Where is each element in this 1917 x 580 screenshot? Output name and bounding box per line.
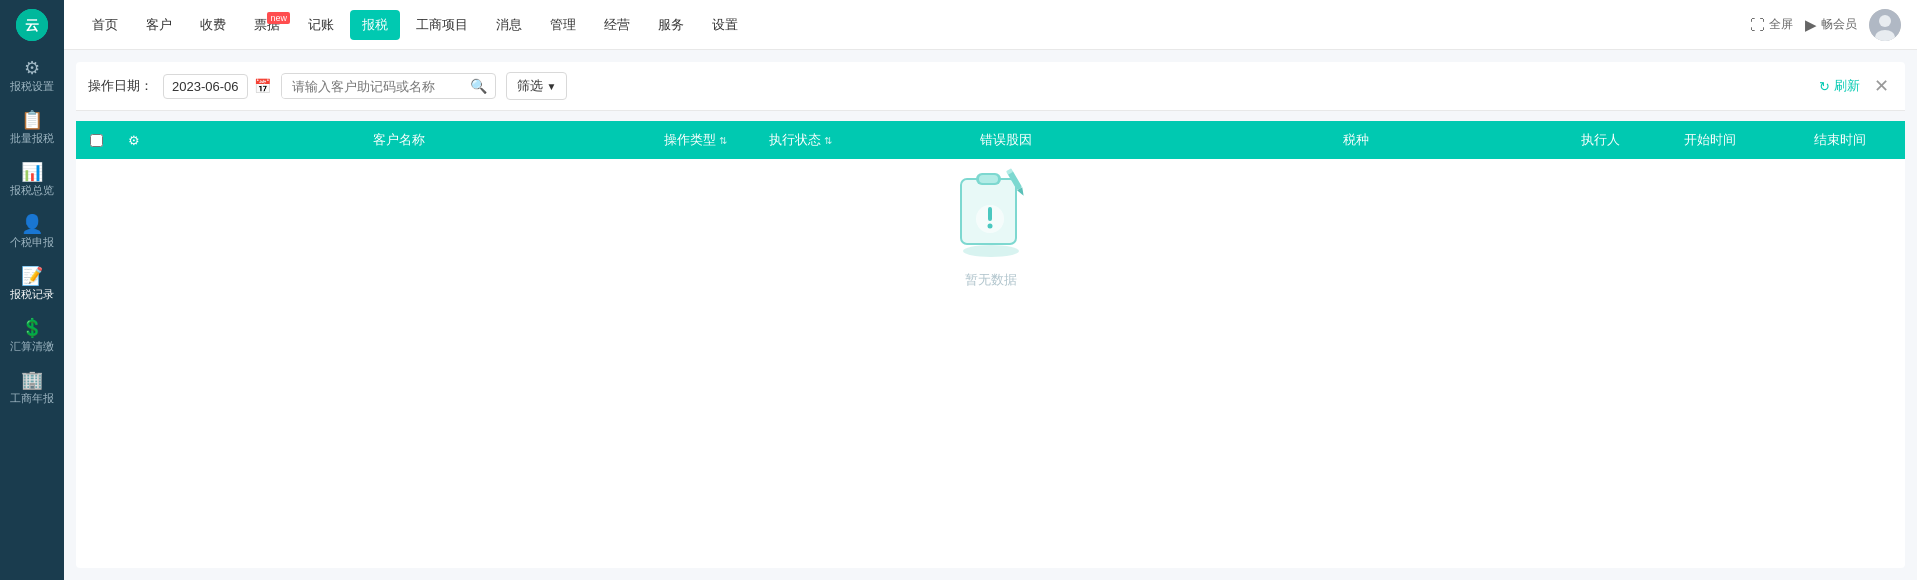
th-tax-type: 税种: [1157, 121, 1555, 159]
close-button[interactable]: ✕: [1870, 77, 1893, 95]
sidebar-label-huisuan-jiaona: 汇算清缴: [10, 340, 54, 353]
content-area: 操作日期： 2023-06-06 📅 🔍 筛选 ▼ ↻ 刷新 ✕: [64, 50, 1917, 580]
th-executor: 执行人: [1555, 121, 1645, 159]
empty-icon: [946, 159, 1036, 259]
fullscreen-btn[interactable]: ⛶ 全屏: [1750, 16, 1793, 33]
user-avatar[interactable]: [1869, 9, 1901, 41]
th-error-reason-label: 错误股因: [980, 131, 1032, 149]
sidebar-icon-huisuan-jiaona: 💲: [21, 319, 43, 337]
top-nav: 首页客户收费票据new记账报税工商项目消息管理经营服务设置 ⛶ 全屏 ▶ 畅会员: [64, 0, 1917, 50]
th-exec-status: 执行状态 ⇅: [745, 121, 855, 159]
empty-state: 暂无数据: [76, 159, 1905, 289]
sidebar-label-baoshui-jilu: 报税记录: [10, 288, 54, 301]
calendar-icon[interactable]: 📅: [254, 78, 271, 94]
nav-item-gongshangxiangmu[interactable]: 工商项目: [404, 10, 480, 40]
th-exec-status-label: 执行状态: [769, 131, 821, 149]
th-checkbox[interactable]: [76, 121, 116, 159]
app-logo[interactable]: 云: [0, 0, 64, 50]
settings-icon: ⚙: [128, 133, 140, 148]
filter-label: 筛选: [517, 77, 543, 95]
member-label: 畅会员: [1821, 16, 1857, 33]
sidebar-icon-baoshui-zonlan: 📊: [21, 163, 43, 181]
select-all-checkbox[interactable]: [90, 134, 103, 147]
member-btn[interactable]: ▶ 畅会员: [1805, 16, 1857, 34]
date-input-wrap: 2023-06-06 📅: [163, 74, 271, 99]
logo-icon: 云: [16, 9, 48, 41]
th-op-type: 操作类型 ⇅: [645, 121, 745, 159]
nav-item-piaoju[interactable]: 票据new: [242, 10, 292, 40]
th-op-type-label: 操作类型: [664, 131, 716, 149]
chevron-down-icon: ▼: [547, 81, 557, 92]
search-wrap: 🔍: [281, 73, 496, 99]
sidebar-item-huisuan-jiaona[interactable]: 💲 汇算清缴: [0, 310, 64, 362]
sidebar-icon-baoshui-jilu: 📝: [21, 267, 43, 285]
refresh-icon: ↻: [1819, 79, 1830, 94]
refresh-button[interactable]: ↻ 刷新: [1819, 77, 1860, 95]
main-area: 首页客户收费票据new记账报税工商项目消息管理经营服务设置 ⛶ 全屏 ▶ 畅会员: [64, 0, 1917, 580]
svg-text:云: 云: [25, 17, 39, 33]
nav-items: 首页客户收费票据new记账报税工商项目消息管理经营服务设置: [80, 10, 1750, 40]
th-end-time-label: 结束时间: [1814, 131, 1866, 149]
search-input[interactable]: [282, 75, 462, 98]
nav-right: ⛶ 全屏 ▶ 畅会员: [1750, 9, 1901, 41]
sidebar-icon-baoshui-shezhi: ⚙: [24, 59, 40, 77]
th-end-time: 结束时间: [1775, 121, 1905, 159]
search-button[interactable]: 🔍: [462, 74, 495, 98]
svg-point-11: [987, 224, 992, 229]
member-icon: ▶: [1805, 16, 1817, 34]
sidebar-item-gongshang-nianbao[interactable]: 🏢 工商年报: [0, 362, 64, 414]
th-client-label: 客户名称: [373, 131, 425, 149]
nav-item-jingying[interactable]: 经营: [592, 10, 642, 40]
sidebar-icon-geshuishenbao: 👤: [21, 215, 43, 233]
sort-icon-op-type[interactable]: ⇅: [719, 135, 727, 146]
refresh-label: 刷新: [1834, 77, 1860, 95]
nav-item-shezhi[interactable]: 设置: [700, 10, 750, 40]
nav-badge-piaoju: new: [267, 12, 290, 25]
th-tax-type-label: 税种: [1343, 131, 1369, 149]
th-error-reason: 错误股因: [855, 121, 1157, 159]
fullscreen-label: 全屏: [1769, 16, 1793, 33]
sidebar-label-gongshang-nianbao: 工商年报: [10, 392, 54, 405]
date-value[interactable]: 2023-06-06: [163, 74, 248, 99]
sidebar-item-baoshui-zonlan[interactable]: 📊 报税总览: [0, 154, 64, 206]
nav-item-xiaoxi[interactable]: 消息: [484, 10, 534, 40]
table-wrap: ⚙ 客户名称 操作类型 ⇅ 执行状态 ⇅ 错误股因 税种: [76, 121, 1905, 568]
empty-text: 暂无数据: [965, 271, 1017, 289]
sidebar-label-baoshui-shezhi: 报税设置: [10, 80, 54, 93]
sidebar-item-baoshui-jilu[interactable]: 📝 报税记录: [0, 258, 64, 310]
date-label: 操作日期：: [88, 77, 153, 95]
nav-item-shouye[interactable]: 首页: [80, 10, 130, 40]
th-start-time: 开始时间: [1645, 121, 1775, 159]
sidebar-item-baoshui-shezhi[interactable]: ⚙ 报税设置: [0, 50, 64, 102]
sidebar-label-geshuishenbao: 个税申报: [10, 236, 54, 249]
th-settings[interactable]: ⚙: [116, 121, 152, 159]
nav-item-jizhang[interactable]: 记账: [296, 10, 346, 40]
sidebar-item-piliang-baoshui[interactable]: 📋 批量报税: [0, 102, 64, 154]
svg-rect-8: [979, 175, 998, 183]
sidebar-label-baoshui-zonlan: 报税总览: [10, 184, 54, 197]
sidebar: 云 ⚙ 报税设置 📋 批量报税 📊 报税总览 👤 个税申报 📝 报税记录 💲 汇…: [0, 0, 64, 580]
nav-item-guanli[interactable]: 管理: [538, 10, 588, 40]
sidebar-icon-piliang-baoshui: 📋: [21, 111, 43, 129]
nav-item-baoshui[interactable]: 报税: [350, 10, 400, 40]
sidebar-icon-gongshang-nianbao: 🏢: [21, 371, 43, 389]
filter-btn[interactable]: 筛选 ▼: [506, 72, 568, 100]
fullscreen-icon: ⛶: [1750, 16, 1765, 33]
sidebar-item-geshuishenbao[interactable]: 👤 个税申报: [0, 206, 64, 258]
toolbar: 操作日期： 2023-06-06 📅 🔍 筛选 ▼ ↻ 刷新 ✕: [76, 62, 1905, 111]
sidebar-label-piliang-baoshui: 批量报税: [10, 132, 54, 145]
svg-rect-10: [988, 207, 992, 221]
nav-item-kehu[interactable]: 客户: [134, 10, 184, 40]
th-executor-label: 执行人: [1581, 131, 1620, 149]
th-start-time-label: 开始时间: [1684, 131, 1736, 149]
th-client-name: 客户名称: [152, 121, 645, 159]
table-body: 暂无数据: [76, 159, 1905, 568]
table-header: ⚙ 客户名称 操作类型 ⇅ 执行状态 ⇅ 错误股因 税种: [76, 121, 1905, 159]
svg-point-5: [963, 245, 1019, 257]
sort-icon-exec-status[interactable]: ⇅: [824, 135, 832, 146]
svg-point-3: [1879, 15, 1891, 27]
nav-item-fuwu[interactable]: 服务: [646, 10, 696, 40]
nav-item-shoufei[interactable]: 收费: [188, 10, 238, 40]
